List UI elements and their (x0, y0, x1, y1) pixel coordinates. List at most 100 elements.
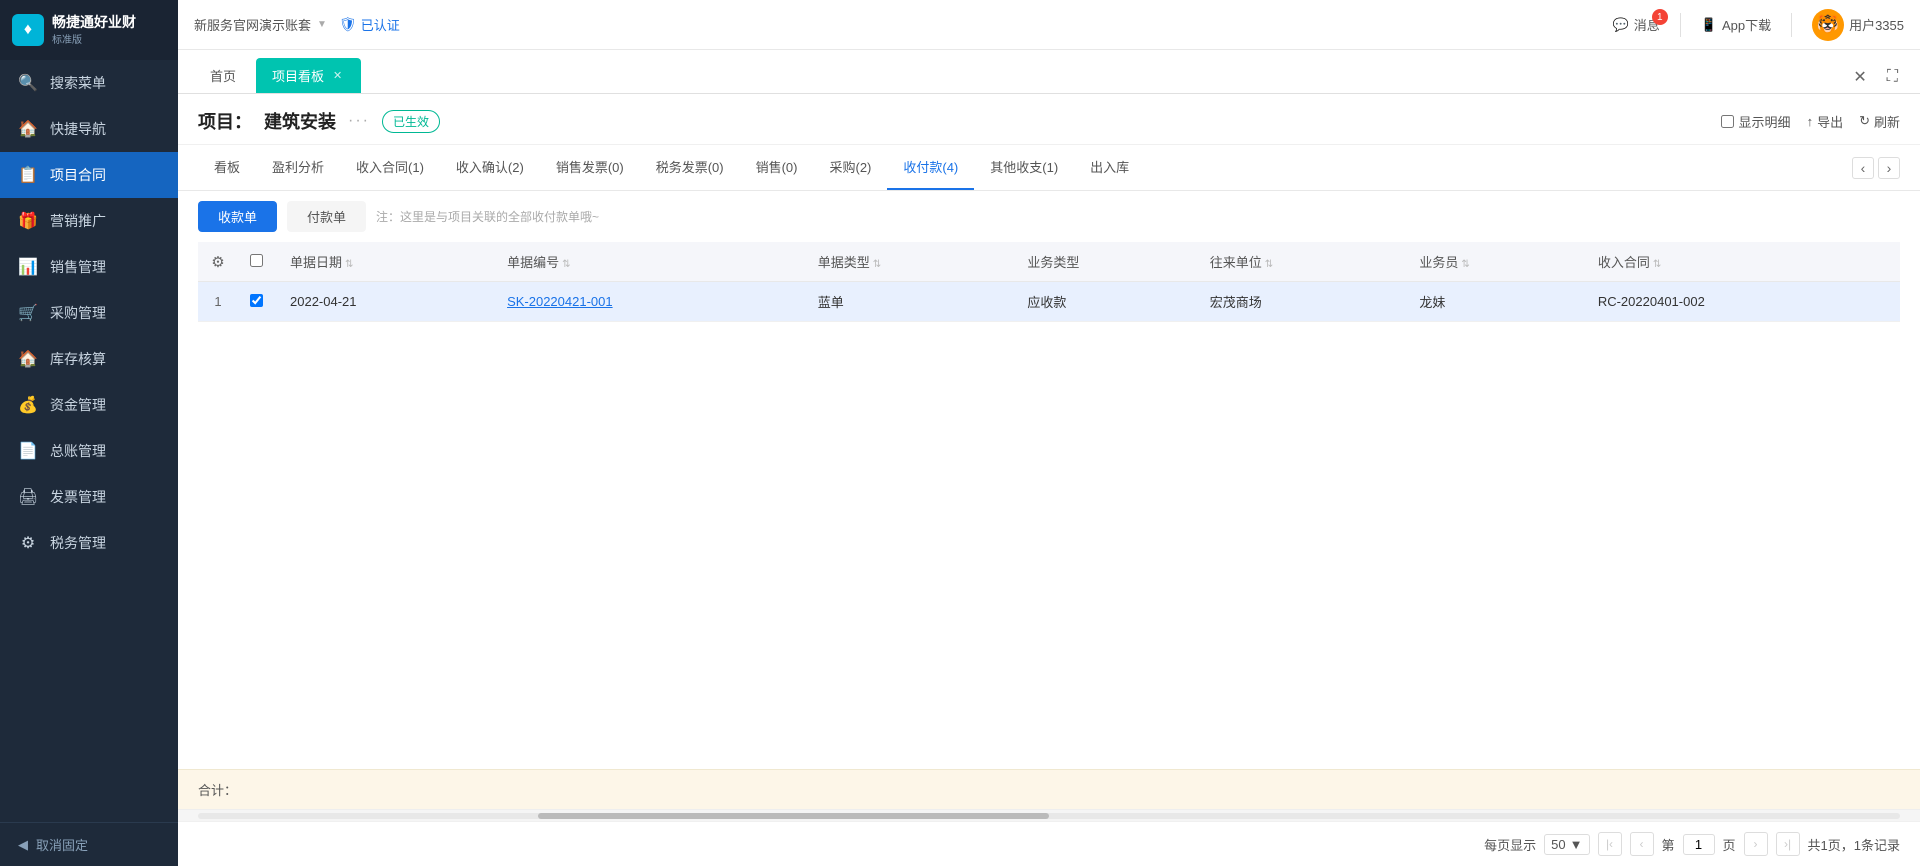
sub-tab-sales-invoice[interactable]: 销售发票(0) (540, 145, 640, 190)
page-number-input[interactable] (1683, 834, 1715, 855)
partner-sort-icon[interactable]: ⇅ (1265, 259, 1273, 270)
shortcut-icon: 🏠 (18, 119, 38, 139)
pagination: 每页显示 50 ▼ |‹ ‹ 第 页 › ›| 共1页，1条记录 (178, 821, 1920, 866)
date-sort-icon[interactable]: ⇅ (345, 259, 353, 270)
column-settings-icon[interactable]: ⚙ (211, 254, 224, 271)
sub-tab-tax-invoice[interactable]: 税务发票(0) (640, 145, 740, 190)
export-label: 导出 (1817, 112, 1843, 131)
sidebar-item-tax[interactable]: ⚙ 税务管理 (0, 520, 178, 566)
sub-tab-receipts[interactable]: 收付款(4) (887, 145, 974, 190)
sidebar-item-label-ledger: 总账管理 (50, 441, 106, 461)
sidebar-item-label-funds: 资金管理 (50, 395, 106, 415)
message-button[interactable]: 💬 消息 1 (1613, 15, 1660, 34)
sidebar-item-invoice[interactable]: 🖨 发票管理 (0, 474, 178, 520)
sidebar-item-funds[interactable]: 💰 资金管理 (0, 382, 178, 428)
maximize-window-button[interactable]: ⛶ (1881, 66, 1904, 88)
date-col-header: 单据日期⇅ (278, 242, 495, 282)
row-date: 2022-04-21 (278, 282, 495, 322)
income-contract-sort-icon[interactable]: ⇅ (1653, 259, 1661, 270)
horizontal-scrollbar[interactable] (178, 809, 1920, 821)
message-icon: 💬 (1613, 17, 1629, 33)
table-row[interactable]: 1 2022-04-21 SK-20220421-001 蓝单 应收款 宏茂商场… (198, 282, 1900, 322)
refresh-button[interactable]: ↻ 刷新 (1859, 112, 1900, 131)
sub-tab-kanban[interactable]: 看板 (198, 145, 256, 190)
sec-tab-payment[interactable]: 付款单 (287, 201, 366, 232)
show-detail-checkbox[interactable]: 显示明细 (1721, 112, 1791, 131)
tab-project-board-label: 项目看板 (272, 66, 324, 85)
app-download-button[interactable]: 📱 App下载 (1701, 15, 1771, 34)
sidebar-item-label-marketing: 营销推广 (50, 211, 106, 231)
type-col-header: 单据类型⇅ (806, 242, 1016, 282)
sidebar-item-marketing[interactable]: 🎁 营销推广 (0, 198, 178, 244)
purchase-icon: 🛒 (18, 303, 38, 323)
sub-tabs-next-button[interactable]: › (1878, 157, 1900, 179)
shield-icon: 🛡 (339, 16, 357, 33)
certified-label: 已认证 (361, 15, 400, 34)
tab-project-board[interactable]: 项目看板 ✕ (256, 58, 361, 93)
project-header-actions: 显示明细 ↑ 导出 ↻ 刷新 (1721, 112, 1900, 131)
ledger-icon: 📄 (18, 441, 38, 461)
last-page-button[interactable]: ›| (1776, 832, 1800, 856)
sub-tab-income-confirm[interactable]: 收入确认(2) (440, 145, 540, 190)
scrollbar-track[interactable] (198, 813, 1900, 819)
sub-tab-warehouse[interactable]: 出入库 (1074, 145, 1145, 190)
partner-col-header: 往来单位⇅ (1198, 242, 1408, 282)
sidebar-unpin[interactable]: ◀ 取消固定 (0, 822, 178, 866)
number-sort-icon[interactable]: ⇅ (562, 259, 570, 270)
next-page-button[interactable]: › (1744, 832, 1768, 856)
project-more-button[interactable]: ··· (348, 112, 370, 130)
content-area: 项目： 建筑安装 ··· 已生效 显示明细 ↑ 导出 ↻ 刷新 (178, 94, 1920, 866)
salesman-sort-icon[interactable]: ⇅ (1461, 259, 1469, 270)
total-label: 合计： (198, 783, 237, 798)
row-checkbox[interactable] (238, 282, 278, 322)
user-menu[interactable]: 🐯 用户3355 (1812, 9, 1904, 41)
secondary-tabs: 收款单 付款单 注：这里是与项目关联的全部收付款单哦~ (178, 191, 1920, 242)
row-number: SK-20220421-001 (495, 282, 806, 322)
export-button[interactable]: ↑ 导出 (1807, 112, 1844, 131)
sidebar-menu: 🔍 搜索菜单 🏠 快捷导航 📋 项目合同 🎁 营销推广 📊 销售管理 🛒 采购管… (0, 60, 178, 822)
page-size-dropdown[interactable]: 50 ▼ (1544, 834, 1589, 855)
project-header: 项目： 建筑安装 ··· 已生效 显示明细 ↑ 导出 ↻ 刷新 (178, 94, 1920, 145)
first-page-button[interactable]: |‹ (1598, 832, 1622, 856)
sidebar-item-ledger[interactable]: 📄 总账管理 (0, 428, 178, 474)
sidebar-item-label-shortcut: 快捷导航 (50, 119, 106, 139)
sub-tab-sales[interactable]: 销售(0) (740, 145, 814, 190)
sidebar-item-label-tax: 税务管理 (50, 533, 106, 553)
project-label: 项目： (198, 108, 252, 134)
select-all-checkbox[interactable] (250, 254, 263, 267)
sec-tab-receipt[interactable]: 收款单 (198, 201, 277, 232)
project-icon: 📋 (18, 165, 38, 185)
sidebar-item-search[interactable]: 🔍 搜索菜单 (0, 60, 178, 106)
type-sort-icon[interactable]: ⇅ (873, 259, 881, 270)
tab-bar: 首页 项目看板 ✕ ✕ ⛶ (178, 50, 1920, 94)
main-content: 新服务官网演示账套 ▼ 🛡 已认证 💬 消息 1 📱 App下载 🐯 用户335… (178, 0, 1920, 866)
row-number-link[interactable]: SK-20220421-001 (507, 294, 613, 309)
sidebar-item-shortcut[interactable]: 🏠 快捷导航 (0, 106, 178, 152)
show-detail-input[interactable] (1721, 115, 1734, 128)
sub-tab-other-expense[interactable]: 其他收支(1) (974, 145, 1074, 190)
sub-tab-profit[interactable]: 盈利分析 (256, 145, 340, 190)
tab-close-icon[interactable]: ✕ (330, 68, 345, 83)
sub-tab-purchase[interactable]: 采购(2) (813, 145, 887, 190)
prev-page-button[interactable]: ‹ (1630, 832, 1654, 856)
scrollbar-thumb[interactable] (538, 813, 1049, 819)
close-window-button[interactable]: ✕ (1847, 65, 1872, 89)
sidebar-item-purchase[interactable]: 🛒 采购管理 (0, 290, 178, 336)
sidebar-item-project[interactable]: 📋 项目合同 (0, 152, 178, 198)
inventory-icon: 🏠 (18, 349, 38, 369)
sub-tabs-prev-button[interactable]: ‹ (1852, 157, 1874, 179)
sidebar-item-label-purchase: 采购管理 (50, 303, 106, 323)
sub-tab-income-contract[interactable]: 收入合同(1) (340, 145, 440, 190)
tab-home[interactable]: 首页 (194, 58, 252, 93)
page-label2: 页 (1723, 835, 1736, 854)
biz-type-col-header: 业务类型 (1015, 242, 1197, 282)
phone-icon: 📱 (1701, 17, 1717, 33)
page-label: 第 (1662, 835, 1675, 854)
topbar-actions: 💬 消息 1 📱 App下载 🐯 用户3355 (1613, 9, 1904, 41)
sidebar-item-inventory[interactable]: 🏠 库存核算 (0, 336, 178, 382)
sales-mgmt-icon: 📊 (18, 257, 38, 277)
table-total-row: 合计： (178, 769, 1920, 809)
table-body: 1 2022-04-21 SK-20220421-001 蓝单 应收款 宏茂商场… (198, 282, 1900, 322)
account-selector[interactable]: 新服务官网演示账套 ▼ (194, 15, 327, 34)
sidebar-item-sales-mgmt[interactable]: 📊 销售管理 (0, 244, 178, 290)
